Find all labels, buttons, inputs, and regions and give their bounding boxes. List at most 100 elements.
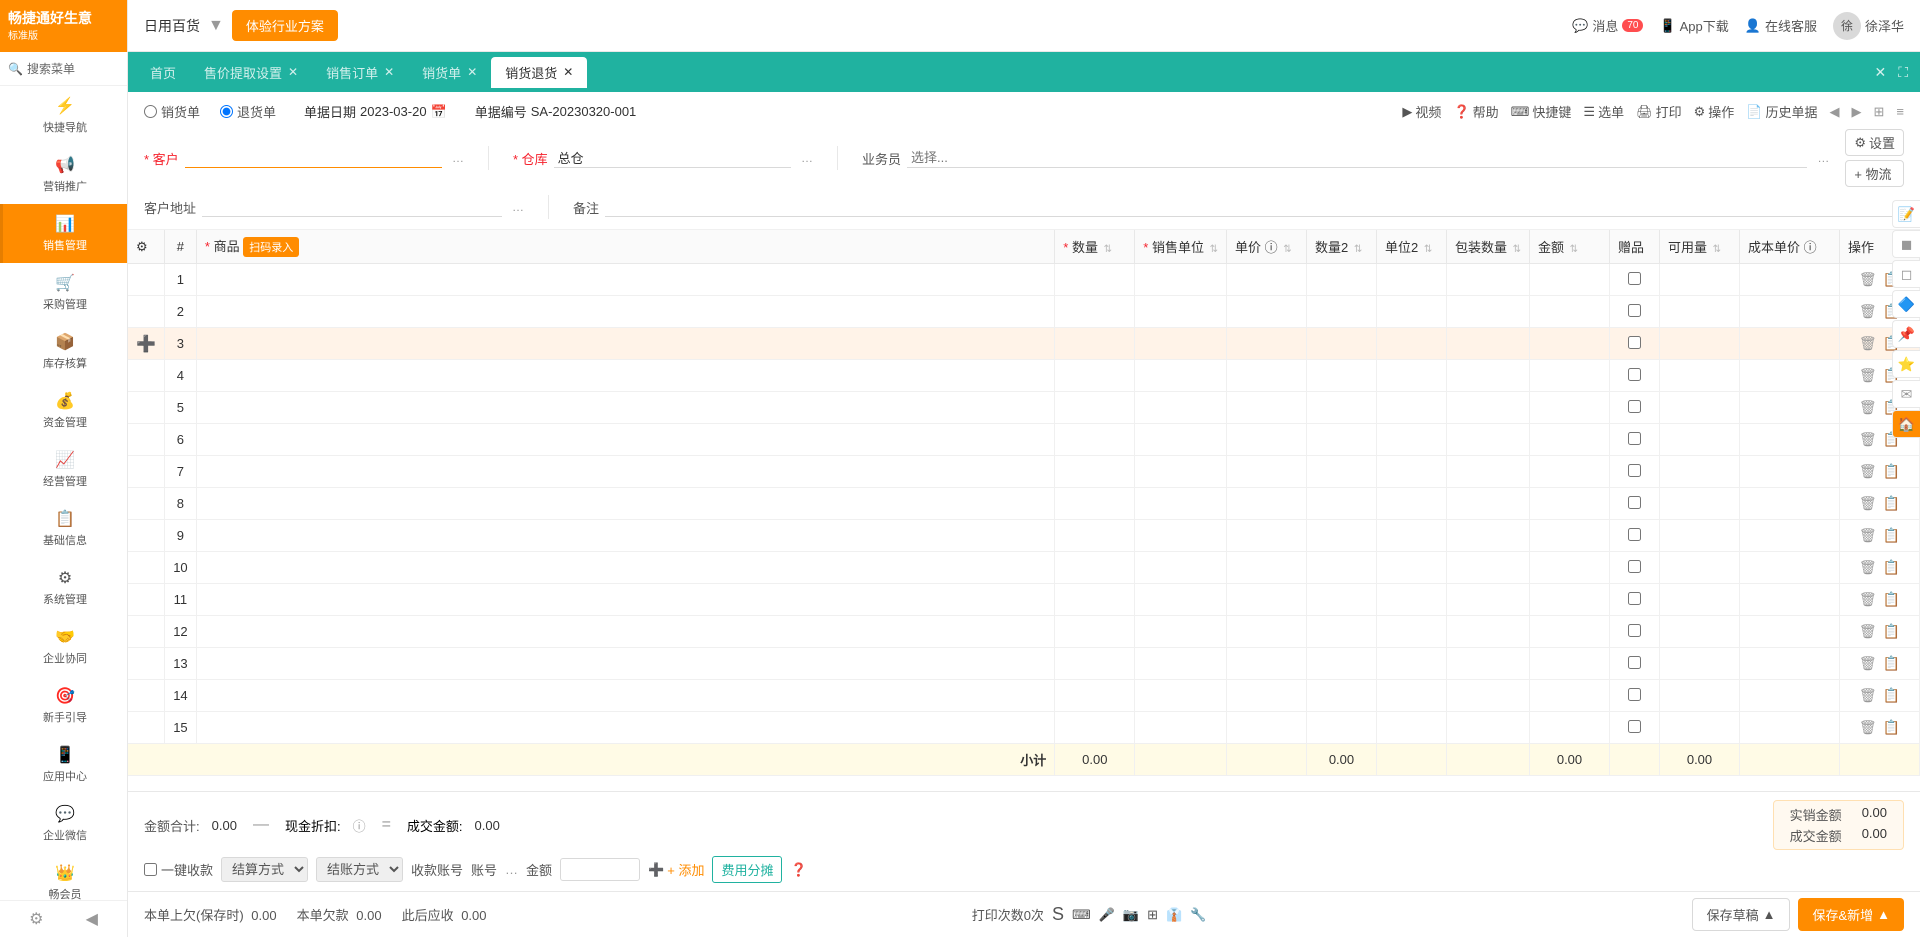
price-cell[interactable] — [1226, 488, 1306, 520]
delete-row-icon[interactable]: 🗑 — [1859, 303, 1877, 320]
sidebar-item-basic[interactable]: 📋 基础信息 — [0, 499, 127, 558]
unit2-cell[interactable] — [1376, 616, 1446, 648]
sale-unit-cell[interactable] — [1135, 520, 1227, 552]
demo-btn[interactable]: 体验行业方案 — [232, 10, 338, 41]
qty-cell[interactable] — [1055, 328, 1135, 360]
tab-close-icon[interactable]: ✕ — [467, 65, 477, 79]
amount-cell[interactable] — [1530, 328, 1610, 360]
keyboard-icon[interactable]: ⌨ — [1072, 907, 1091, 923]
sale-unit-cell[interactable] — [1135, 616, 1227, 648]
amount-cell[interactable] — [1530, 552, 1610, 584]
topbar-settings-icon[interactable]: ▼ — [208, 17, 224, 35]
gift-cell[interactable] — [1610, 296, 1660, 328]
gift-checkbox[interactable] — [1628, 272, 1641, 285]
pkg-qty-cell[interactable] — [1446, 424, 1529, 456]
available-cell[interactable] — [1660, 680, 1740, 712]
qty2-cell[interactable] — [1306, 584, 1376, 616]
pkg-qty-cell[interactable] — [1446, 296, 1529, 328]
amount-cell[interactable] — [1530, 392, 1610, 424]
amount-cell[interactable] — [1530, 648, 1610, 680]
available-cell[interactable] — [1660, 296, 1740, 328]
qty2-cell[interactable] — [1306, 264, 1376, 296]
qty2-cell[interactable] — [1306, 680, 1376, 712]
cost-price-cell[interactable] — [1740, 296, 1840, 328]
qty-sort-icon[interactable]: ⇅ — [1104, 244, 1112, 255]
goods-cell[interactable] — [196, 616, 1054, 648]
gift-cell[interactable] — [1610, 488, 1660, 520]
unit2-cell[interactable] — [1376, 392, 1446, 424]
gift-checkbox[interactable] — [1628, 464, 1641, 477]
gift-cell[interactable] — [1610, 552, 1660, 584]
copy-row-icon[interactable]: 📋 — [1883, 463, 1900, 480]
gift-checkbox[interactable] — [1628, 624, 1641, 637]
warehouse-input[interactable] — [554, 148, 791, 168]
unit2-cell[interactable] — [1376, 456, 1446, 488]
unit2-cell[interactable] — [1376, 584, 1446, 616]
price-cell[interactable] — [1226, 264, 1306, 296]
close-method-select[interactable]: 结账方式 — [316, 857, 403, 882]
scan-btn[interactable]: 扫码录入 — [243, 237, 299, 257]
qty2-cell[interactable] — [1306, 488, 1376, 520]
qty-cell[interactable] — [1055, 360, 1135, 392]
gift-cell[interactable] — [1610, 712, 1660, 744]
sidebar-item-apps[interactable]: 📱 应用中心 — [0, 735, 127, 794]
pkg-qty-cell[interactable] — [1446, 616, 1529, 648]
goods-cell[interactable] — [196, 392, 1054, 424]
warehouse-ellipsis[interactable]: … — [801, 151, 813, 165]
available-cell[interactable] — [1660, 328, 1740, 360]
sale-unit-cell[interactable] — [1135, 584, 1227, 616]
qty2-cell[interactable] — [1306, 424, 1376, 456]
pkg-qty-cell[interactable] — [1446, 712, 1529, 744]
tool-icon[interactable]: 🔧 — [1190, 907, 1206, 923]
sale-unit-cell[interactable] — [1135, 328, 1227, 360]
settings-bottom-btn[interactable]: ⚙ — [29, 909, 43, 929]
delete-row-icon[interactable]: 🗑 — [1859, 271, 1877, 288]
staff-input[interactable] — [907, 148, 1807, 168]
goods-cell[interactable] — [196, 488, 1054, 520]
goods-cell[interactable] — [196, 712, 1054, 744]
gift-checkbox[interactable] — [1628, 304, 1641, 317]
delete-row-icon[interactable]: 🗑 — [1859, 431, 1877, 448]
gift-checkbox[interactable] — [1628, 432, 1641, 445]
shortcut-btn[interactable]: ⌨ 快捷键 — [1511, 102, 1572, 121]
sale-unit-cell[interactable] — [1135, 424, 1227, 456]
unit2-cell[interactable] — [1376, 296, 1446, 328]
address-input[interactable] — [202, 197, 502, 217]
radio-return[interactable]: 退货单 — [220, 102, 276, 121]
qty2-cell[interactable] — [1306, 328, 1376, 360]
goods-cell[interactable] — [196, 328, 1054, 360]
sidebar-item-member[interactable]: 👑 畅会员 — [0, 853, 127, 900]
available-cell[interactable] — [1660, 392, 1740, 424]
sidebar-item-quicknav[interactable]: ⚡ 快捷导航 — [0, 86, 127, 145]
qty-cell[interactable] — [1055, 456, 1135, 488]
price-cell[interactable] — [1226, 712, 1306, 744]
right-panel-btn-4[interactable]: 🔷 — [1892, 290, 1920, 318]
mic-icon[interactable]: 🎤 — [1099, 907, 1115, 923]
unit2-cell[interactable] — [1376, 264, 1446, 296]
pkg-qty-cell[interactable] — [1446, 584, 1529, 616]
right-panel-btn-7[interactable]: ✉ — [1892, 380, 1920, 408]
qty-cell[interactable] — [1055, 712, 1135, 744]
cost-price-cell[interactable] — [1740, 264, 1840, 296]
goods-input[interactable] — [205, 336, 1046, 351]
amount-cell[interactable] — [1530, 456, 1610, 488]
qty2-cell[interactable] — [1306, 296, 1376, 328]
qty-cell[interactable] — [1055, 392, 1135, 424]
address-ellipsis[interactable]: … — [512, 200, 524, 214]
amount-sort-icon[interactable]: ⇅ — [1570, 244, 1578, 255]
qty2-cell[interactable] — [1306, 552, 1376, 584]
goods-cell[interactable] — [196, 680, 1054, 712]
amount-input[interactable] — [560, 858, 640, 881]
copy-row-icon[interactable]: 📋 — [1883, 719, 1900, 736]
tab-sale-price[interactable]: 售价提取设置 ✕ — [190, 57, 312, 88]
tab-close-icon[interactable]: ✕ — [384, 65, 394, 79]
unit2-cell[interactable] — [1376, 648, 1446, 680]
feefen-help-icon[interactable]: ❓ — [790, 862, 806, 878]
sidebar-item-system[interactable]: ⚙ 系统管理 — [0, 558, 127, 617]
gift-cell[interactable] — [1610, 328, 1660, 360]
copy-row-icon[interactable]: 📋 — [1883, 495, 1900, 512]
price-cell[interactable] — [1226, 392, 1306, 424]
unit2-sort-icon[interactable]: ⇅ — [1424, 244, 1432, 255]
price-cell[interactable] — [1226, 616, 1306, 648]
select-btn[interactable]: ☰ 选单 — [1583, 102, 1624, 121]
